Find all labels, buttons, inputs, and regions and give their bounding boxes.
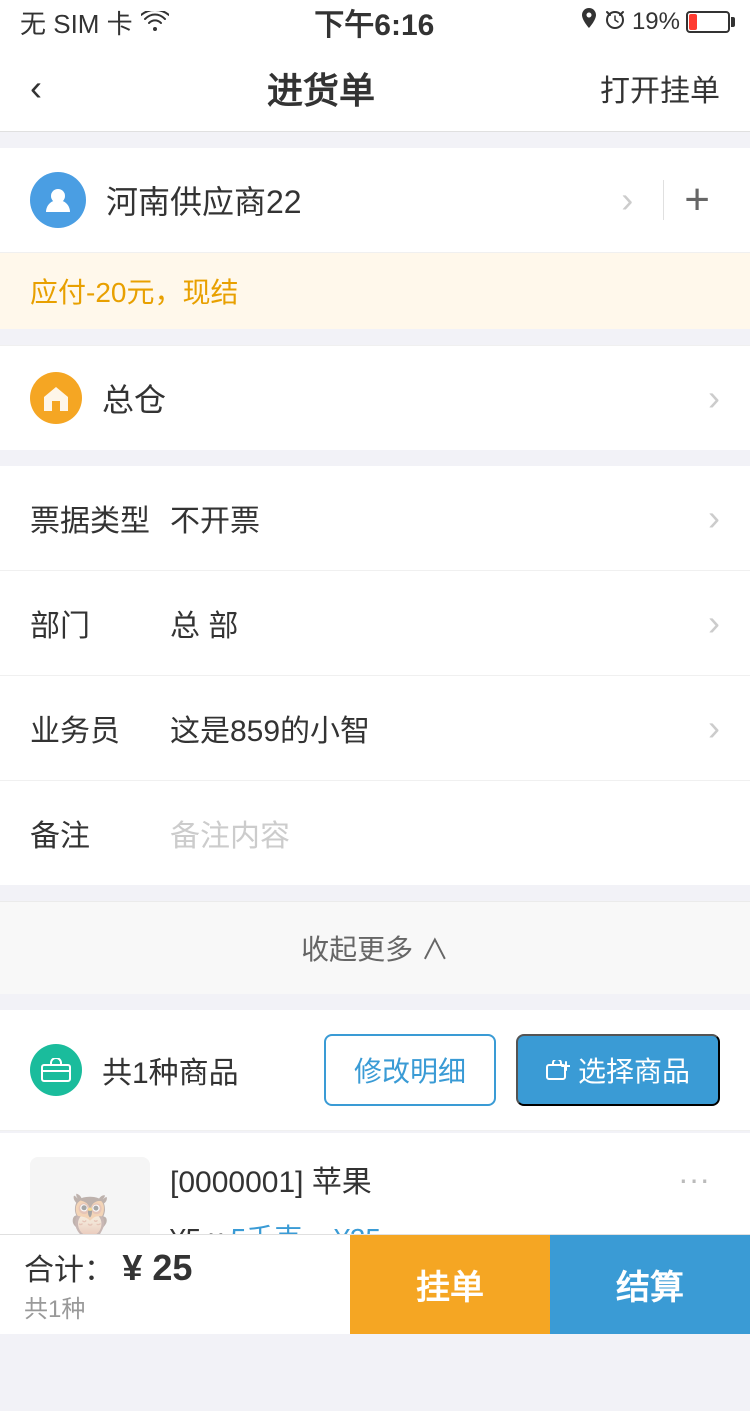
- status-icons: 19%: [580, 8, 730, 37]
- warehouse-chevron-icon: [708, 377, 720, 419]
- form-section: 票据类型 不开票 部门 总 部 业务员 这是859的小智 备注 备注内容: [0, 466, 750, 885]
- products-icon: [30, 1044, 82, 1096]
- select-product-button[interactable]: 选择商品: [516, 1034, 720, 1106]
- invoice-label: 票据类型: [30, 496, 150, 540]
- warehouse-icon: [30, 372, 82, 424]
- nav-bar: ‹ 进货单 打开挂单: [0, 44, 750, 132]
- select-product-label: 选择商品: [578, 1050, 690, 1090]
- edit-details-button[interactable]: 修改明细: [324, 1034, 496, 1106]
- warehouse-row[interactable]: 总仓: [0, 345, 750, 450]
- wifi-icon: [141, 7, 169, 38]
- product-code: [0000001]: [170, 1166, 303, 1199]
- supplier-name: 河南供应商22: [106, 177, 621, 223]
- collapse-label: 收起更多 ∧: [301, 934, 449, 965]
- hang-button[interactable]: 挂单: [350, 1235, 550, 1334]
- supplier-avatar: [30, 172, 86, 228]
- invoice-value: 不开票: [170, 496, 708, 540]
- sales-chevron-icon: [708, 707, 720, 749]
- total-area: 合计： ¥ 25 共1种: [0, 1235, 350, 1334]
- status-bar: 无 SIM 卡 下午6:16 19%: [0, 0, 750, 44]
- remark-input[interactable]: 备注内容: [170, 811, 720, 855]
- products-count: 共1种商品: [102, 1048, 304, 1092]
- divider: [663, 180, 664, 220]
- alarm-icon: [604, 8, 626, 37]
- battery-icon: [686, 11, 730, 33]
- invoice-chevron-icon: [708, 497, 720, 539]
- supplier-row[interactable]: 河南供应商22 +: [0, 148, 750, 253]
- collapse-bar[interactable]: 收起更多 ∧: [0, 901, 750, 994]
- location-icon: [580, 8, 598, 37]
- checkout-button[interactable]: 结算: [550, 1235, 750, 1334]
- dept-label: 部门: [30, 601, 150, 645]
- product-name: [0000001] 苹果: [170, 1157, 648, 1201]
- product-title: 苹果: [312, 1166, 372, 1199]
- total-label: 合计：: [24, 1254, 114, 1287]
- notice-bar: 应付-20元，现结: [0, 253, 750, 329]
- warehouse-section: 总仓: [0, 345, 750, 450]
- bottom-bar: 合计： ¥ 25 共1种 挂单 结算: [0, 1234, 750, 1334]
- notice-text: 应付-20元，现结: [30, 277, 238, 308]
- back-button[interactable]: ‹: [30, 67, 42, 109]
- battery-text: 19%: [632, 8, 680, 36]
- products-header: 共1种商品 修改明细 选择商品: [0, 1010, 750, 1131]
- supplier-chevron-icon: [621, 179, 633, 221]
- status-carrier: 无 SIM 卡: [20, 4, 169, 41]
- remark-row[interactable]: 备注 备注内容: [0, 781, 750, 885]
- total-amount: ¥ 25: [122, 1247, 192, 1288]
- status-time: 下午6:16: [314, 0, 434, 44]
- warehouse-name: 总仓: [102, 375, 708, 421]
- product-more-button[interactable]: ···: [668, 1157, 720, 1202]
- dept-value: 总 部: [170, 601, 708, 645]
- add-button[interactable]: +: [674, 175, 720, 225]
- supplier-section: 河南供应商22 + 应付-20元，现结: [0, 148, 750, 329]
- open-hang-button[interactable]: 打开挂单: [600, 66, 720, 110]
- sales-label: 业务员: [30, 706, 150, 750]
- invoice-row[interactable]: 票据类型 不开票: [0, 466, 750, 571]
- sales-value: 这是859的小智: [170, 706, 708, 750]
- dept-row[interactable]: 部门 总 部: [0, 571, 750, 676]
- remark-label: 备注: [30, 811, 150, 855]
- sales-row[interactable]: 业务员 这是859的小智: [0, 676, 750, 781]
- total-row: 合计： ¥ 25: [24, 1245, 326, 1289]
- page-title: 进货单: [267, 62, 375, 114]
- total-sub: 共1种: [24, 1289, 326, 1324]
- carrier-text: 无 SIM 卡: [20, 4, 133, 41]
- dept-chevron-icon: [708, 602, 720, 644]
